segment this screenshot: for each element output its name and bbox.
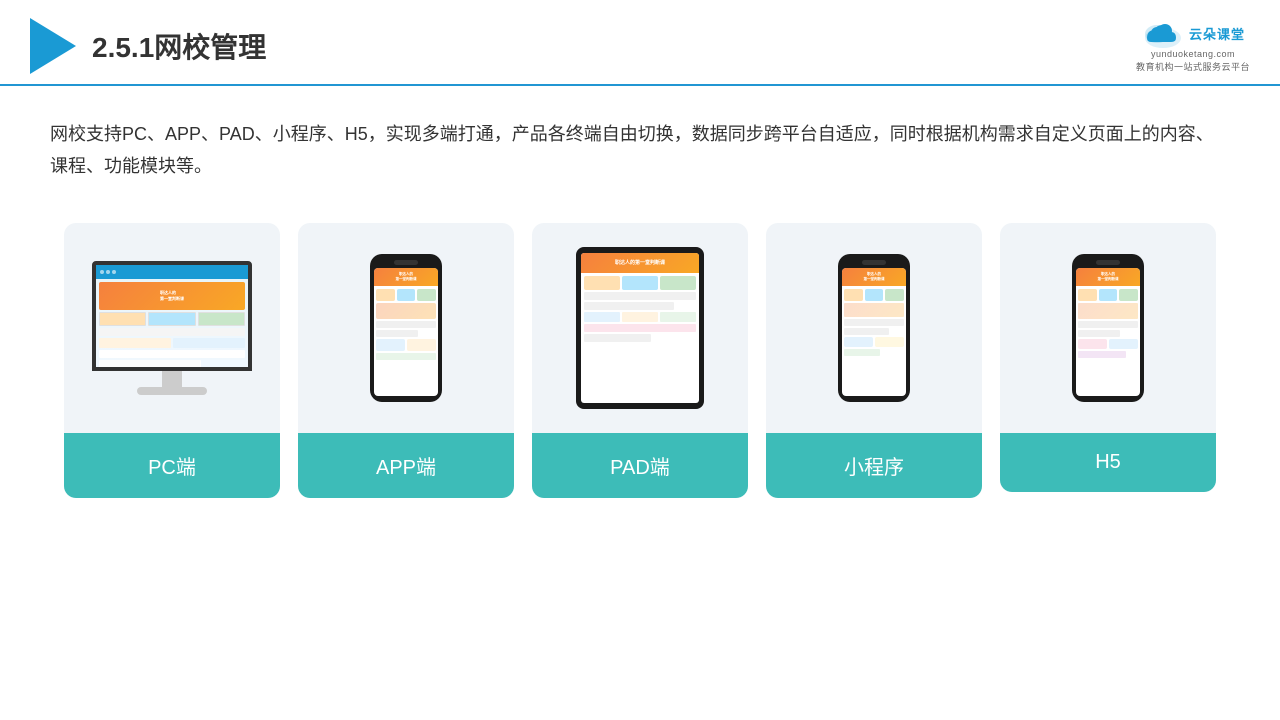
card-app[interactable]: 职达人的第一堂判断课 <box>298 223 514 498</box>
cards-container: 职达人的第一堂判断课 <box>50 223 1230 498</box>
page-header: 2.5.1网校管理 云朵课堂 yunduoketang.com 教育机构一站式服… <box>0 0 1280 86</box>
phone-miniprogram-icon: 职达人的第一堂判断课 <box>838 254 910 402</box>
header-left: 2.5.1网校管理 <box>30 18 266 74</box>
card-pad-label: PAD端 <box>532 433 748 498</box>
card-h5[interactable]: 职达人的第一堂判断课 <box>1000 223 1216 492</box>
brand-logo: 云朵课堂 yunduoketang.com 教育机构一站式服务云平台 <box>1136 20 1250 73</box>
phone-app-icon: 职达人的第一堂判断课 <box>370 254 442 402</box>
card-pc-label: PC端 <box>64 433 280 498</box>
logo-text: 云朵课堂 <box>1189 24 1245 43</box>
card-pad[interactable]: 职达人的第一堂判断课 <box>532 223 748 498</box>
card-h5-label: H5 <box>1000 433 1216 492</box>
card-h5-image: 职达人的第一堂判断课 <box>1000 223 1216 433</box>
card-pad-image: 职达人的第一堂判断课 <box>532 223 748 433</box>
phone-h5-icon: 职达人的第一堂判断课 <box>1072 254 1144 402</box>
card-pc[interactable]: 职达人的第一堂判断课 <box>64 223 280 498</box>
card-pc-image: 职达人的第一堂判断课 <box>64 223 280 433</box>
page-title: 2.5.1网校管理 <box>92 26 266 66</box>
cloud-logo-container: 云朵课堂 <box>1141 20 1245 48</box>
description-text: 网校支持PC、APP、PAD、小程序、H5，实现多端打通，产品各终端自由切换，数… <box>50 118 1230 183</box>
cloud-icon <box>1141 20 1185 48</box>
logo-url: yunduoketang.com <box>1151 49 1235 59</box>
main-content: 网校支持PC、APP、PAD、小程序、H5，实现多端打通，产品各终端自由切换，数… <box>0 86 1280 518</box>
brand-triangle-icon <box>30 18 76 74</box>
pc-monitor-icon: 职达人的第一堂判断课 <box>92 261 252 395</box>
card-miniprogram[interactable]: 职达人的第一堂判断课 <box>766 223 982 498</box>
tablet-pad-icon: 职达人的第一堂判断课 <box>576 247 704 409</box>
card-app-image: 职达人的第一堂判断课 <box>298 223 514 433</box>
card-miniprogram-label: 小程序 <box>766 433 982 498</box>
logo-tagline: 教育机构一站式服务云平台 <box>1136 60 1250 73</box>
card-app-label: APP端 <box>298 433 514 498</box>
card-miniprogram-image: 职达人的第一堂判断课 <box>766 223 982 433</box>
